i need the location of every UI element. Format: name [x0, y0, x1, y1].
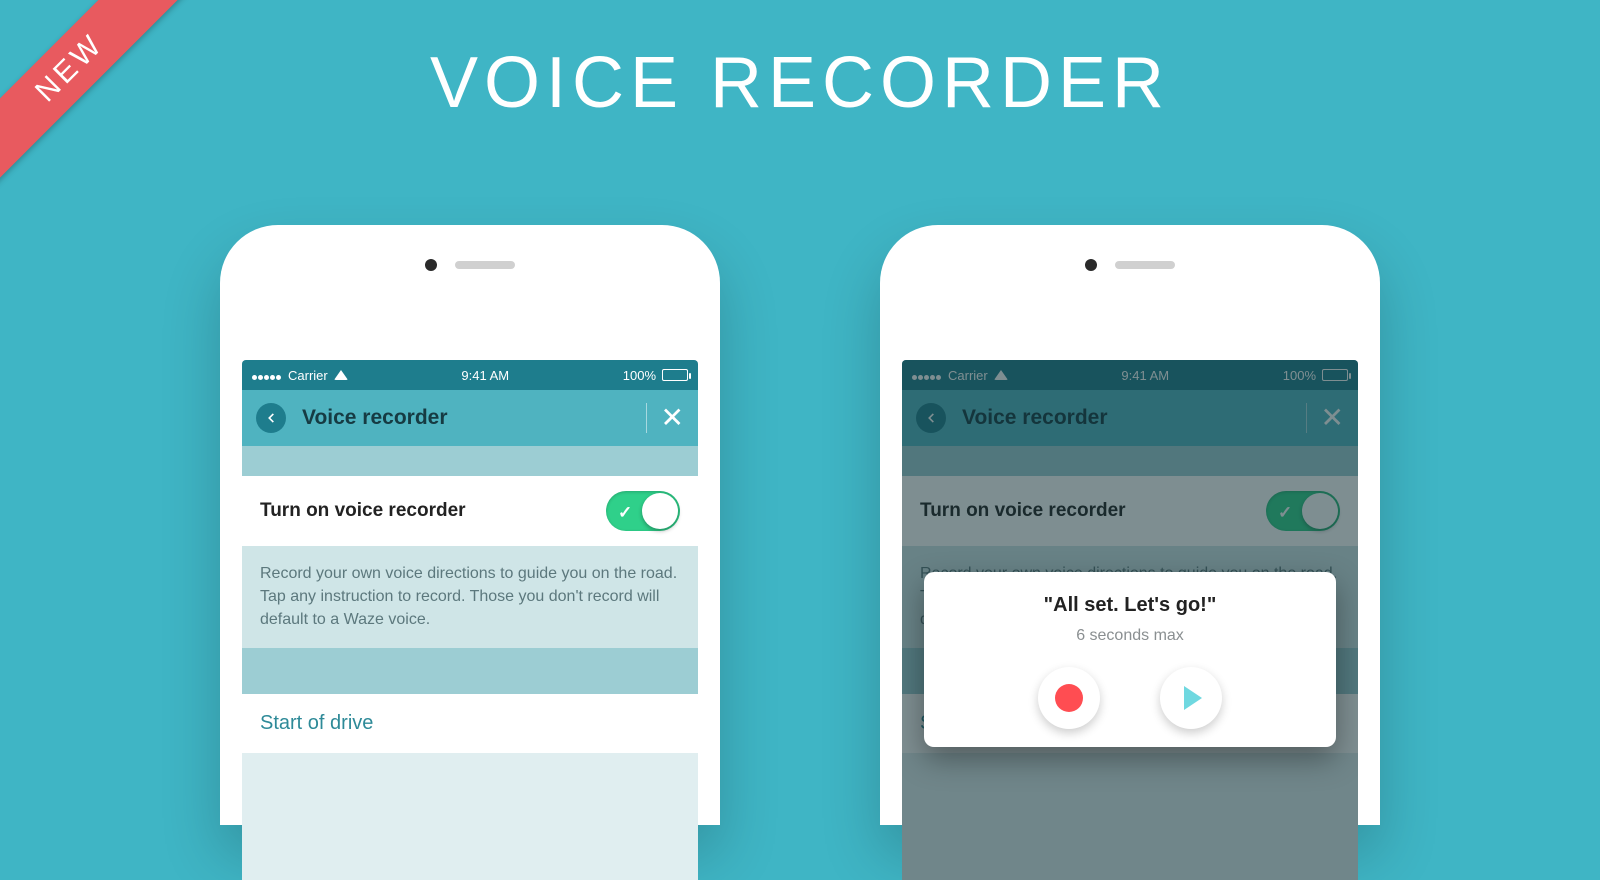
description-text: Record your own voice directions to guid… — [242, 546, 698, 648]
record-icon — [1055, 684, 1083, 712]
toggle-row: Turn on voice recorder ✓ — [242, 476, 698, 546]
nav-bar: Voice recorder ✕ — [242, 390, 698, 446]
battery-percent: 100% — [623, 368, 656, 383]
camera-dot — [1085, 259, 1097, 271]
nav-title: Voice recorder — [302, 406, 448, 430]
chevron-left-icon — [264, 411, 278, 425]
speaker-slot — [455, 261, 515, 269]
new-ribbon: NEW — [0, 0, 189, 187]
checkmark-icon: ✓ — [618, 503, 632, 523]
speaker-slot — [1115, 261, 1175, 269]
hero-title: VOICE RECORDER — [430, 42, 1170, 124]
list-item-start-of-drive[interactable]: Start of drive — [242, 694, 698, 753]
play-button[interactable] — [1160, 667, 1222, 729]
phone-screen: Carrier 9:41 AM 100% Voice recorder — [902, 360, 1358, 880]
phone-mockup-right: Carrier 9:41 AM 100% Voice recorder — [880, 225, 1380, 825]
play-icon — [1184, 686, 1202, 710]
toggle-knob — [642, 493, 678, 529]
section-spacer — [242, 446, 698, 476]
voice-recorder-toggle[interactable]: ✓ — [606, 491, 680, 531]
nav-divider — [646, 403, 647, 433]
status-bar: Carrier 9:41 AM 100% — [242, 360, 698, 390]
carrier-label: Carrier — [288, 368, 328, 383]
section-gap — [242, 648, 698, 694]
record-popup: "All set. Let's go!" 6 seconds max — [924, 572, 1336, 747]
toggle-label: Turn on voice recorder — [260, 500, 466, 522]
phone-mockup-left: Carrier 9:41 AM 100% Voice recorder — [220, 225, 720, 825]
status-time: 9:41 AM — [461, 368, 509, 383]
back-button[interactable] — [256, 403, 286, 433]
camera-dot — [425, 259, 437, 271]
phone-screen: Carrier 9:41 AM 100% Voice recorder — [242, 360, 698, 880]
popup-subtitle: 6 seconds max — [942, 627, 1318, 645]
record-button[interactable] — [1038, 667, 1100, 729]
battery-icon — [662, 369, 688, 381]
popup-title: "All set. Let's go!" — [942, 594, 1318, 617]
close-icon: ✕ — [661, 402, 684, 433]
signal-dots-icon — [252, 368, 282, 383]
wifi-icon — [334, 370, 348, 380]
close-button[interactable]: ✕ — [661, 404, 684, 432]
